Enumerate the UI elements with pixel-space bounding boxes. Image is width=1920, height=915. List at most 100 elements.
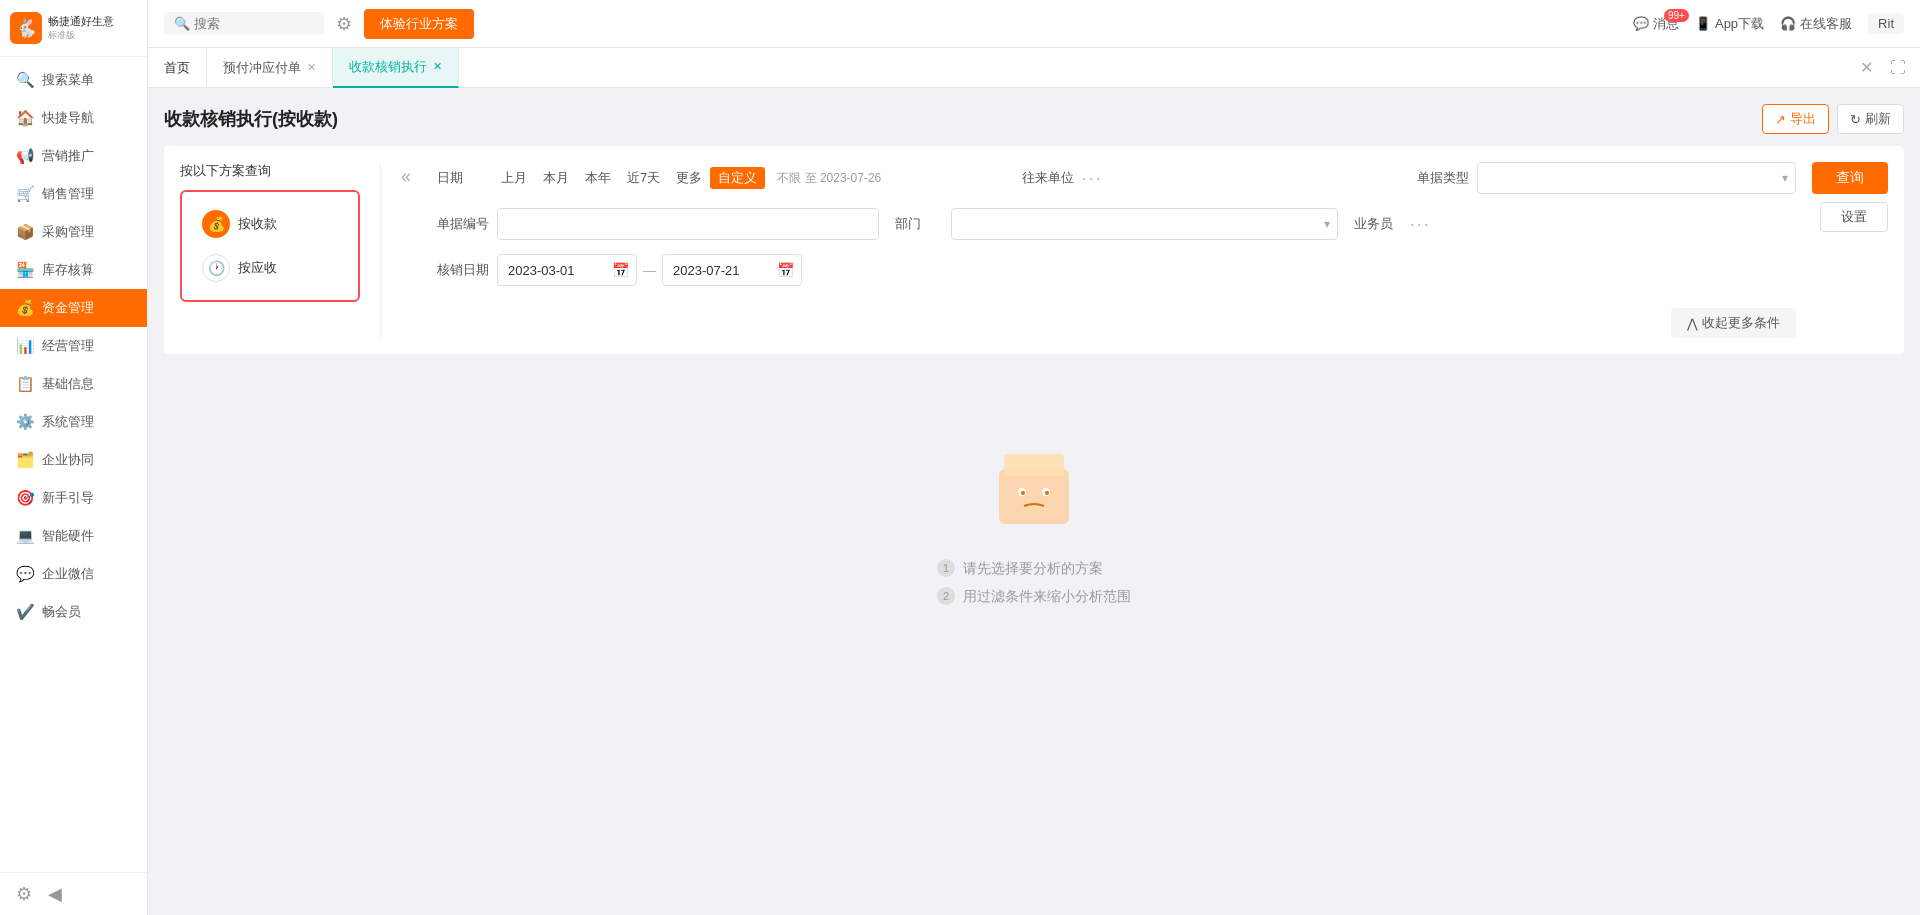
filter-panel: 按以下方案查询 💰 按收款 🕐 按应收 « bbox=[164, 146, 1904, 354]
sidebar-item-search-menu[interactable]: 🔍 搜索菜单 bbox=[0, 61, 147, 99]
sidebar-item-sales[interactable]: 🛒 销售管理 bbox=[0, 175, 147, 213]
sidebar-item-biz[interactable]: 📊 经营管理 bbox=[0, 327, 147, 365]
filter-option-collection[interactable]: 💰 按收款 bbox=[192, 202, 348, 246]
receivable-option-icon: 🕐 bbox=[202, 254, 230, 282]
tabbar: 首页 预付冲应付单 ✕ 收款核销执行 ✕ ✕ ⛶ bbox=[148, 48, 1920, 88]
counterpart-label: 往来单位 bbox=[1022, 169, 1074, 187]
sidebar-item-quick-nav[interactable]: 🏠 快捷导航 bbox=[0, 99, 147, 137]
sidebar-item-label: 系统管理 bbox=[42, 413, 94, 431]
user-info[interactable]: Rit bbox=[1868, 13, 1904, 34]
verify-date-range: 📅 — 📅 bbox=[497, 254, 1796, 286]
main-area: 🔍 ⚙ 体验行业方案 💬 消息 99+ 📱 App下载 🎧 在线客服 Rit bbox=[148, 0, 1920, 915]
empty-state: 1 请先选择要分析的方案 2 用过滤条件来缩小分析范围 bbox=[164, 354, 1904, 690]
inventory-icon: 🏪 bbox=[16, 261, 34, 279]
docno-input[interactable] bbox=[497, 208, 879, 240]
collapse-filter-button[interactable]: « bbox=[401, 162, 421, 338]
svg-rect-1 bbox=[1004, 454, 1064, 476]
sidebar-settings-icon[interactable]: ⚙ bbox=[16, 883, 32, 905]
date-shortcuts: 上月 本月 本年 近7天 更多 自定义 bbox=[493, 167, 765, 189]
app-icon: 📱 bbox=[1695, 16, 1711, 31]
sidebar-item-marketing[interactable]: 📢 营销推广 bbox=[0, 137, 147, 175]
date-label: 日期 bbox=[437, 169, 485, 187]
sidebar-item-label: 营销推广 bbox=[42, 147, 94, 165]
sidebar-item-label: 采购管理 bbox=[42, 223, 94, 241]
page-header: 收款核销执行(按收款) ↗ 导出 ↻ 刷新 bbox=[164, 104, 1904, 134]
date-range-separator: — bbox=[643, 263, 656, 278]
sidebar-item-enterprise[interactable]: 🗂️ 企业协同 bbox=[0, 441, 147, 479]
topbar-search-box[interactable]: 🔍 bbox=[164, 12, 324, 35]
sidebar-item-member[interactable]: ✔️ 畅会员 bbox=[0, 593, 147, 631]
filter-field-dept: 部门 ▾ bbox=[895, 208, 1337, 240]
tab-expand-icon[interactable]: ⛶ bbox=[1884, 54, 1912, 82]
page-content: 收款核销执行(按收款) ↗ 导出 ↻ 刷新 按以下方案查询 💰 bbox=[148, 88, 1920, 915]
filter-row-2: 单据编号 部门 ▾ bbox=[437, 208, 1796, 240]
hint2-num: 2 bbox=[937, 587, 955, 605]
filter-field-date: 日期 上月 本月 本年 近7天 更多 自定义 不限 至 2023-07-26 bbox=[437, 167, 1006, 189]
gear-icon[interactable]: ⚙ bbox=[336, 13, 352, 35]
verify-date-start-calendar-icon[interactable]: 📅 bbox=[612, 262, 629, 278]
filter-field-docno: 单据编号 bbox=[437, 208, 879, 240]
sidebar-item-basic[interactable]: 📋 基础信息 bbox=[0, 365, 147, 403]
prepay-tab-close-icon[interactable]: ✕ bbox=[307, 61, 316, 74]
collection-tab-close-icon[interactable]: ✕ bbox=[433, 60, 442, 73]
app-download-button[interactable]: 📱 App下载 bbox=[1695, 15, 1764, 33]
filter-option-receivable[interactable]: 🕐 按应收 bbox=[192, 246, 348, 290]
sidebar-collapse-icon[interactable]: ◀ bbox=[48, 883, 62, 905]
app-label: App下载 bbox=[1715, 15, 1764, 33]
sidebar-item-guide[interactable]: 🎯 新手引导 bbox=[0, 479, 147, 517]
sidebar-item-system[interactable]: ⚙️ 系统管理 bbox=[0, 403, 147, 441]
empty-hint-2: 2 用过滤条件来缩小分析范围 bbox=[937, 582, 1131, 610]
sidebar-item-label: 销售管理 bbox=[42, 185, 94, 203]
shortcut-custom[interactable]: 自定义 bbox=[710, 167, 765, 189]
tab-collection[interactable]: 收款核销执行 ✕ bbox=[333, 48, 459, 88]
shortcut-7days[interactable]: 近7天 bbox=[619, 167, 668, 189]
solution-button[interactable]: 体验行业方案 bbox=[364, 9, 474, 39]
prepay-tab-label: 预付冲应付单 bbox=[223, 59, 301, 77]
doctype-select-wrapper: ▾ bbox=[1477, 162, 1796, 194]
empty-hint-1: 1 请先选择要分析的方案 bbox=[937, 554, 1131, 582]
shortcut-this-month[interactable]: 本月 bbox=[535, 167, 577, 189]
docno-label: 单据编号 bbox=[437, 215, 489, 233]
message-button[interactable]: 💬 消息 99+ bbox=[1633, 15, 1679, 33]
filter-left-panel: 按以下方案查询 💰 按收款 🕐 按应收 bbox=[180, 162, 360, 338]
svg-point-4 bbox=[1021, 491, 1025, 495]
filter-row-1: 日期 上月 本月 本年 近7天 更多 自定义 不限 至 2023-07-26 bbox=[437, 162, 1796, 194]
shortcut-this-year[interactable]: 本年 bbox=[577, 167, 619, 189]
sidebar-item-wechat[interactable]: 💬 企业微信 bbox=[0, 555, 147, 593]
filter-form-and-actions: 日期 上月 本月 本年 近7天 更多 自定义 不限 至 2023-07-26 bbox=[437, 162, 1888, 338]
search-input[interactable] bbox=[194, 16, 304, 31]
tab-home[interactable]: 首页 bbox=[148, 48, 207, 88]
receivable-option-label: 按应收 bbox=[238, 259, 277, 277]
verify-date-start-wrap: 📅 bbox=[497, 254, 637, 286]
sidebar-item-fund[interactable]: 💰 资金管理 bbox=[0, 289, 147, 327]
shortcut-more[interactable]: 更多 bbox=[668, 167, 710, 189]
salesperson-dots: ··· bbox=[1410, 214, 1431, 235]
tab-close-icon[interactable]: ✕ bbox=[1852, 54, 1880, 82]
search-icon: 🔍 bbox=[174, 16, 190, 31]
message-badge: 99+ bbox=[1664, 9, 1689, 22]
online-service-button[interactable]: 🎧 在线客服 bbox=[1780, 15, 1852, 33]
verify-date-end-calendar-icon[interactable]: 📅 bbox=[777, 262, 794, 278]
refresh-button[interactable]: ↻ 刷新 bbox=[1837, 104, 1904, 134]
home-tab-label: 首页 bbox=[164, 59, 190, 77]
hint1-num: 1 bbox=[937, 559, 955, 577]
sidebar-item-purchase[interactable]: 📦 采购管理 bbox=[0, 213, 147, 251]
sidebar-item-hardware[interactable]: 💻 智能硬件 bbox=[0, 517, 147, 555]
export-button[interactable]: ↗ 导出 bbox=[1762, 104, 1829, 134]
dept-select-wrapper: ▾ bbox=[951, 208, 1337, 240]
dept-select[interactable] bbox=[951, 208, 1337, 240]
guide-icon: 🎯 bbox=[16, 489, 34, 507]
settings-button[interactable]: 设置 bbox=[1820, 202, 1888, 232]
tab-prepay[interactable]: 预付冲应付单 ✕ bbox=[207, 48, 333, 88]
collapse-more-chevron-icon: ⋀ bbox=[1687, 316, 1698, 331]
salesperson-label: 业务员 bbox=[1354, 215, 1402, 233]
collapse-more-button[interactable]: ⋀ 收起更多条件 bbox=[1671, 308, 1796, 338]
shortcut-last-month[interactable]: 上月 bbox=[493, 167, 535, 189]
doctype-select[interactable] bbox=[1477, 162, 1796, 194]
query-button[interactable]: 查询 bbox=[1812, 162, 1888, 194]
home-icon: 🏠 bbox=[16, 109, 34, 127]
sidebar-item-inventory[interactable]: 🏪 库存核算 bbox=[0, 251, 147, 289]
biz-icon: 📊 bbox=[16, 337, 34, 355]
sidebar-item-label: 快捷导航 bbox=[42, 109, 94, 127]
fund-icon: 💰 bbox=[16, 299, 34, 317]
